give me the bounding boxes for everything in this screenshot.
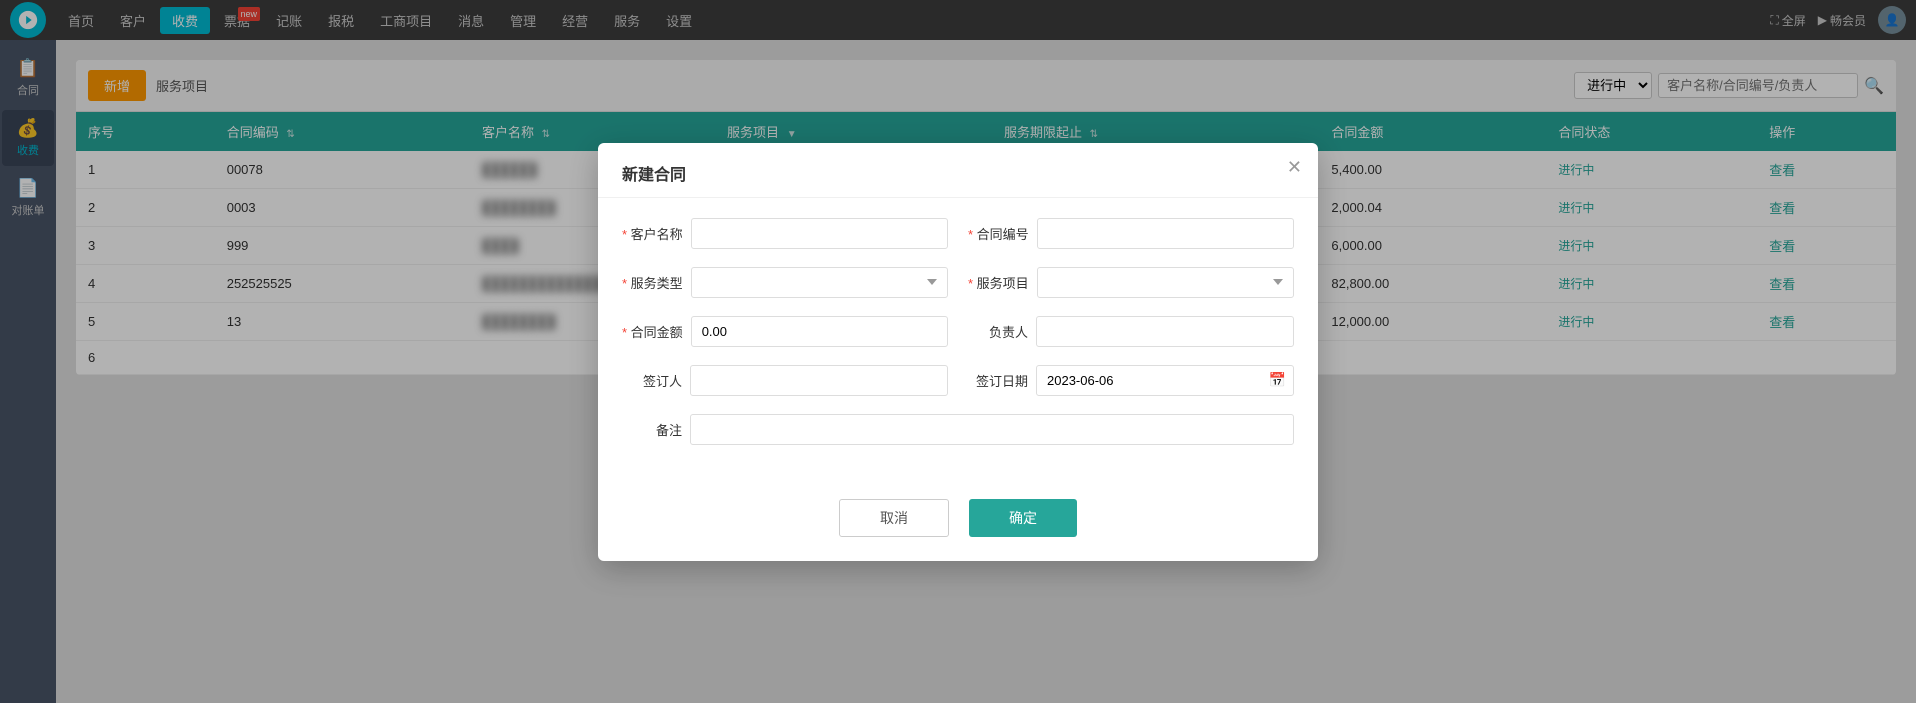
sign-date-group: 签订日期 📅 [968, 365, 1294, 396]
modal-title: 新建合同 [622, 167, 686, 184]
cancel-button[interactable]: 取消 [839, 499, 949, 537]
amount-input[interactable] [691, 316, 948, 347]
modal-footer: 取消 确定 [598, 483, 1318, 561]
remark-input[interactable] [690, 414, 1294, 445]
sign-date-wrapper: 📅 [1036, 365, 1294, 396]
modal-header: 新建合同 [598, 143, 1318, 198]
contract-no-group: 合同编号 [968, 218, 1294, 249]
amount-group: 合同金额 [622, 316, 948, 347]
customer-name-label: 客户名称 [622, 224, 683, 243]
contract-no-input[interactable] [1037, 218, 1294, 249]
modal-body: 客户名称 合同编号 服务类型 [598, 198, 1318, 483]
service-type-group: 服务类型 [622, 267, 948, 298]
sign-date-label: 签订日期 [968, 371, 1028, 390]
responsible-label: 负责人 [968, 322, 1028, 341]
confirm-button[interactable]: 确定 [969, 499, 1077, 537]
form-row-5: 备注 [622, 414, 1294, 445]
service-item-select[interactable] [1037, 267, 1294, 298]
contract-no-label: 合同编号 [968, 224, 1029, 243]
service-item-group: 服务项目 [968, 267, 1294, 298]
sign-date-input[interactable] [1036, 365, 1294, 396]
responsible-group: 负责人 [968, 316, 1294, 347]
content-area: 新增 服务项目 进行中 已结束 全部 🔍 [56, 40, 1916, 703]
responsible-input[interactable] [1036, 316, 1294, 347]
amount-label: 合同金额 [622, 322, 683, 341]
form-row-4: 签订人 签订日期 📅 [622, 365, 1294, 396]
customer-name-input[interactable] [691, 218, 948, 249]
main-layout: 📋 合同 💰 收费 📄 对账单 新增 服务项目 进行中 已结束 全部 [0, 40, 1916, 703]
form-row-1: 客户名称 合同编号 [622, 218, 1294, 249]
service-item-label: 服务项目 [968, 273, 1029, 292]
form-row-2: 服务类型 服务项目 [622, 267, 1294, 298]
customer-name-group: 客户名称 [622, 218, 948, 249]
remark-label: 备注 [622, 420, 682, 439]
remark-group: 备注 [622, 414, 1294, 445]
signer-label: 签订人 [622, 371, 682, 390]
service-type-label: 服务类型 [622, 273, 683, 292]
signer-group: 签订人 [622, 365, 948, 396]
service-type-select[interactable] [691, 267, 948, 298]
modal-overlay: 新建合同 ✕ 客户名称 合同编号 [56, 40, 1916, 703]
modal-close-button[interactable]: ✕ [1287, 157, 1302, 178]
new-contract-modal: 新建合同 ✕ 客户名称 合同编号 [598, 143, 1318, 561]
signer-input[interactable] [690, 365, 948, 396]
form-row-3: 合同金额 负责人 [622, 316, 1294, 347]
